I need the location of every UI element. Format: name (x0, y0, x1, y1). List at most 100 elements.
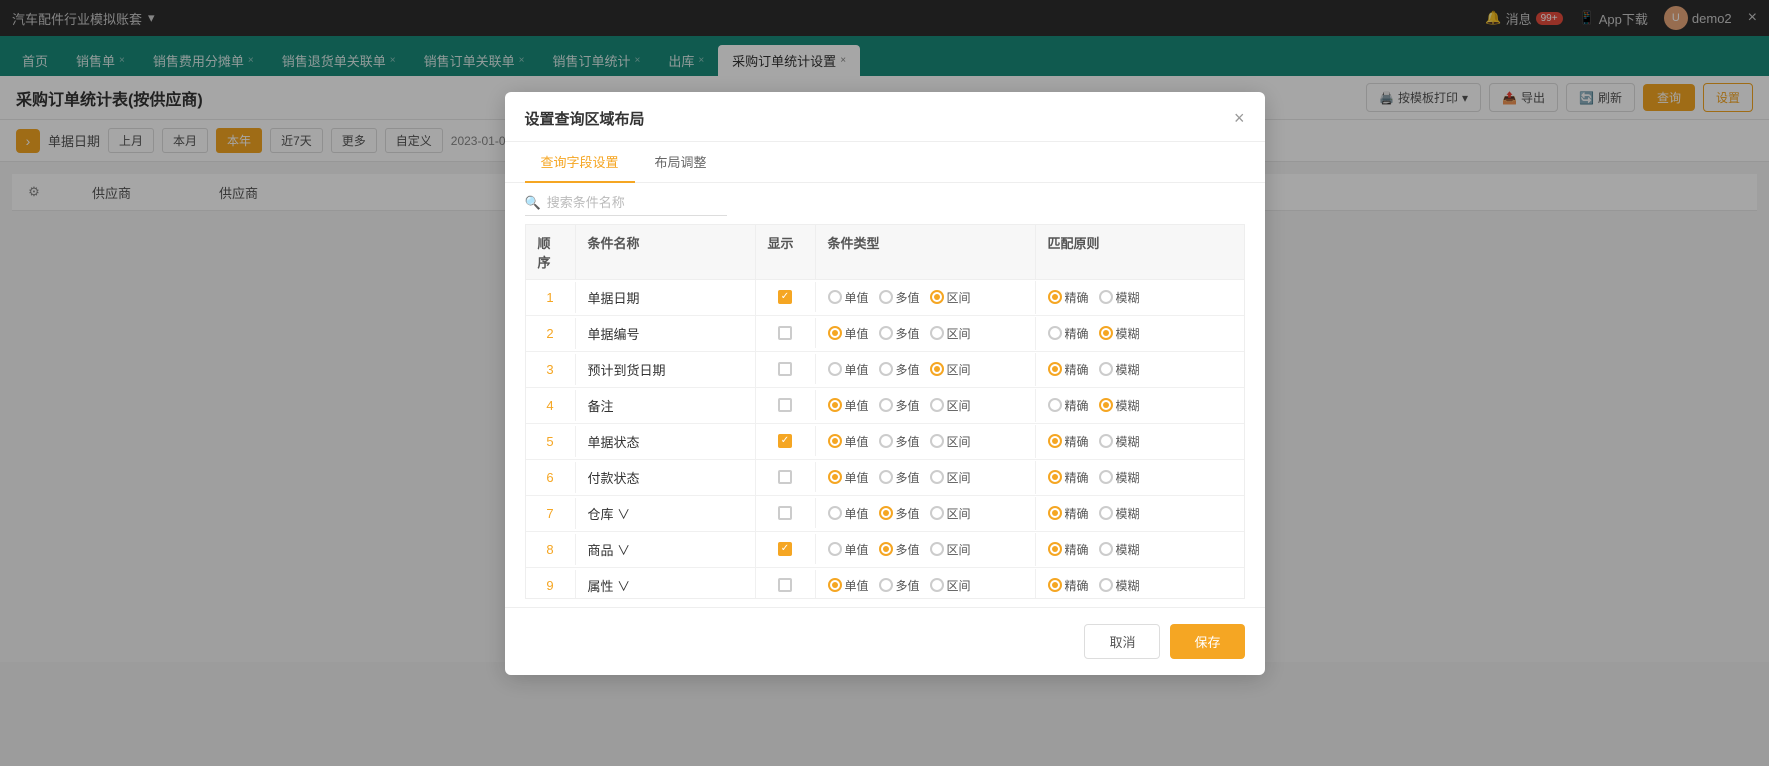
display-checkbox[interactable] (778, 470, 792, 484)
match-radio-精确[interactable]: 精确 (1048, 505, 1089, 522)
type-radio-多值[interactable]: 多值 (879, 505, 920, 522)
type-radio-多值[interactable]: 多值 (879, 361, 920, 378)
modal-overlay: 设置查询区域布局 × 查询字段设置 布局调整 🔍 顺序 条件名称 显示 (0, 0, 1769, 766)
match-radio-精确[interactable]: 精确 (1048, 325, 1089, 342)
radio-label: 单值 (845, 361, 869, 378)
radio-label: 模糊 (1116, 505, 1140, 522)
radio-label: 多值 (896, 577, 920, 594)
radio-label: 区间 (947, 541, 971, 558)
match-radio-group: 精确 模糊 (1048, 541, 1140, 558)
display-checkbox[interactable] (778, 434, 792, 448)
match-radio-精确[interactable]: 精确 (1048, 397, 1089, 414)
dialog-tab-query[interactable]: 查询字段设置 (525, 142, 635, 183)
row-display[interactable] (756, 426, 816, 456)
radio-label: 模糊 (1116, 361, 1140, 378)
type-radio-单值[interactable]: 单值 (828, 577, 869, 594)
type-radio-单值[interactable]: 单值 (828, 397, 869, 414)
type-radio-区间[interactable]: 区间 (930, 469, 971, 486)
type-radio-区间[interactable]: 区间 (930, 541, 971, 558)
table-row: 6 付款状态 单值 多值 区间 (526, 460, 1244, 496)
radio-circle (1048, 470, 1062, 484)
radio-label: 精确 (1065, 361, 1089, 378)
type-radio-单值[interactable]: 单值 (828, 361, 869, 378)
row-display[interactable] (756, 462, 816, 492)
type-radio-单值[interactable]: 单值 (828, 325, 869, 342)
match-radio-精确[interactable]: 精确 (1048, 577, 1089, 594)
row-name: 付款状态 (576, 460, 756, 495)
type-radio-区间[interactable]: 区间 (930, 433, 971, 450)
dialog-table: 顺序 条件名称 显示 条件类型 匹配原则 1 单据日期 单值 多值 (505, 224, 1265, 599)
radio-label: 单值 (845, 469, 869, 486)
display-checkbox[interactable] (778, 326, 792, 340)
radio-label: 多值 (896, 469, 920, 486)
type-radio-单值[interactable]: 单值 (828, 469, 869, 486)
match-radio-模糊[interactable]: 模糊 (1099, 541, 1140, 558)
display-checkbox[interactable] (778, 362, 792, 376)
type-radio-多值[interactable]: 多值 (879, 469, 920, 486)
table-head: 顺序 条件名称 显示 条件类型 匹配原则 (525, 224, 1245, 279)
match-radio-精确[interactable]: 精确 (1048, 541, 1089, 558)
display-checkbox[interactable] (778, 290, 792, 304)
match-radio-精确[interactable]: 精确 (1048, 469, 1089, 486)
dialog-close-btn[interactable]: × (1234, 109, 1245, 127)
radio-circle (1099, 542, 1113, 556)
type-radio-group: 单值 多值 区间 (828, 325, 971, 342)
match-radio-精确[interactable]: 精确 (1048, 361, 1089, 378)
match-radio-group: 精确 模糊 (1048, 433, 1140, 450)
type-radio-单值[interactable]: 单值 (828, 541, 869, 558)
type-radio-多值[interactable]: 多值 (879, 541, 920, 558)
match-radio-模糊[interactable]: 模糊 (1099, 397, 1140, 414)
th-name: 条件名称 (576, 225, 756, 279)
display-checkbox[interactable] (778, 578, 792, 592)
row-display[interactable] (756, 534, 816, 564)
type-radio-多值[interactable]: 多值 (879, 397, 920, 414)
dialog-tab-layout[interactable]: 布局调整 (639, 142, 723, 183)
row-type: 单值 多值 区间 (816, 533, 1036, 566)
radio-label: 模糊 (1116, 433, 1140, 450)
type-radio-多值[interactable]: 多值 (879, 433, 920, 450)
match-radio-模糊[interactable]: 模糊 (1099, 289, 1140, 306)
display-checkbox[interactable] (778, 542, 792, 556)
type-radio-区间[interactable]: 区间 (930, 361, 971, 378)
type-radio-多值[interactable]: 多值 (879, 577, 920, 594)
type-radio-区间[interactable]: 区间 (930, 577, 971, 594)
match-radio-模糊[interactable]: 模糊 (1099, 577, 1140, 594)
radio-circle (1048, 362, 1062, 376)
type-radio-多值[interactable]: 多值 (879, 325, 920, 342)
save-btn[interactable]: 保存 (1170, 624, 1244, 659)
row-display[interactable] (756, 498, 816, 528)
row-display[interactable] (756, 354, 816, 384)
type-radio-区间[interactable]: 区间 (930, 505, 971, 522)
dialog-header: 设置查询区域布局 × (505, 92, 1265, 142)
match-radio-精确[interactable]: 精确 (1048, 433, 1089, 450)
type-radio-区间[interactable]: 区间 (930, 397, 971, 414)
type-radio-区间[interactable]: 区间 (930, 289, 971, 306)
match-radio-模糊[interactable]: 模糊 (1099, 361, 1140, 378)
row-display[interactable] (756, 570, 816, 599)
row-name: 备注 (576, 388, 756, 423)
type-radio-单值[interactable]: 单值 (828, 505, 869, 522)
type-radio-多值[interactable]: 多值 (879, 289, 920, 306)
match-radio-模糊[interactable]: 模糊 (1099, 433, 1140, 450)
row-display[interactable] (756, 318, 816, 348)
row-display[interactable] (756, 390, 816, 420)
type-radio-group: 单值 多值 区间 (828, 433, 971, 450)
row-display[interactable] (756, 282, 816, 312)
match-radio-模糊[interactable]: 模糊 (1099, 469, 1140, 486)
match-radio-模糊[interactable]: 模糊 (1099, 505, 1140, 522)
row-num: 1 (526, 282, 576, 313)
display-checkbox[interactable] (778, 506, 792, 520)
match-radio-精确[interactable]: 精确 (1048, 289, 1089, 306)
type-radio-单值[interactable]: 单值 (828, 289, 869, 306)
search-input[interactable] (547, 195, 727, 210)
type-radio-区间[interactable]: 区间 (930, 325, 971, 342)
radio-label: 精确 (1065, 469, 1089, 486)
radio-circle (1099, 398, 1113, 412)
match-radio-模糊[interactable]: 模糊 (1099, 325, 1140, 342)
display-checkbox[interactable] (778, 398, 792, 412)
radio-label: 多值 (896, 325, 920, 342)
type-radio-单值[interactable]: 单值 (828, 433, 869, 450)
radio-circle (1099, 434, 1113, 448)
radio-circle (879, 326, 893, 340)
cancel-btn[interactable]: 取消 (1084, 624, 1160, 659)
